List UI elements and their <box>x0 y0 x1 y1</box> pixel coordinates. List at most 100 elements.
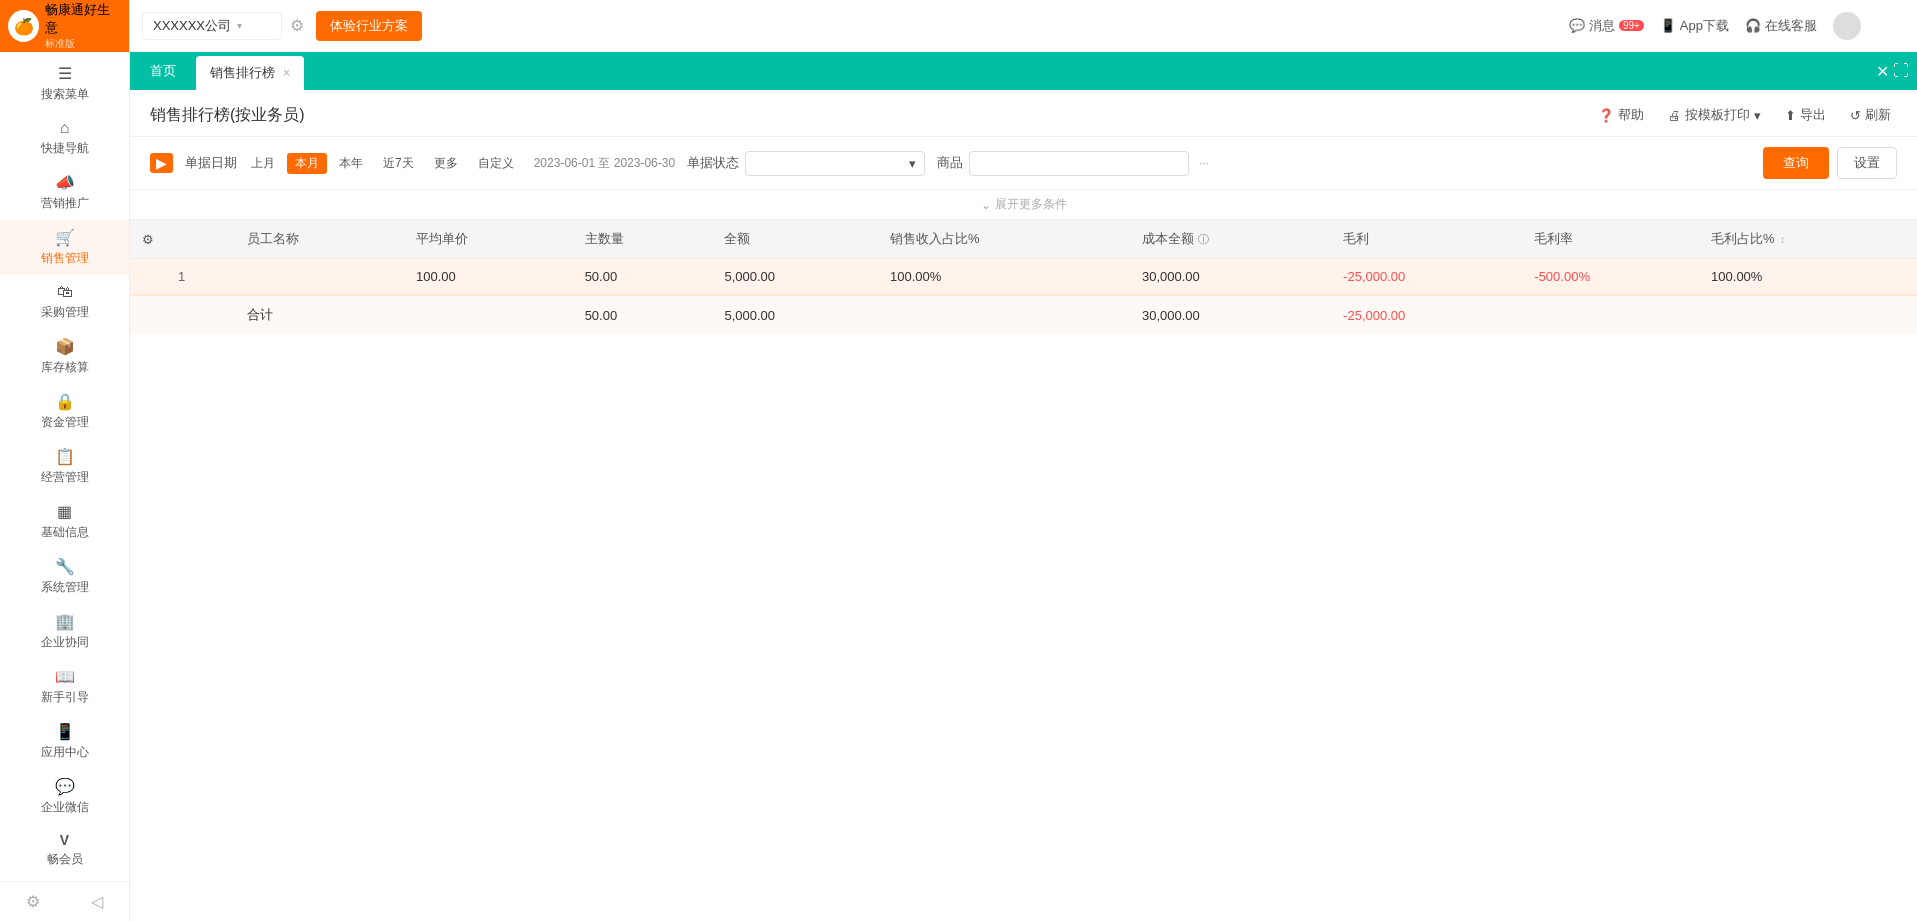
sidebar-item-basic-info[interactable]: ▦ 基础信息 <box>0 494 129 549</box>
sidebar-item-operations[interactable]: 📋 经营管理 <box>0 439 129 494</box>
print-icon: 🖨 <box>1668 108 1681 123</box>
date-tab-current-month[interactable]: 本月 <box>287 153 327 174</box>
expand-chevron-icon: ⌄ <box>981 198 991 212</box>
tabbar: 首页 销售排行榜 × ✕ ⛶ <box>130 52 1917 90</box>
tabbar-close-icon[interactable]: ✕ <box>1876 62 1889 81</box>
inventory-icon: 📦 <box>55 337 75 356</box>
goods-input[interactable] <box>969 151 1189 176</box>
column-settings-icon[interactable]: ⚙ <box>142 232 154 247</box>
member-icon: V <box>60 832 69 848</box>
sidebar-collapse-icon[interactable]: ◁ <box>91 892 103 911</box>
filter-action-btns: 查询 设置 <box>1763 147 1897 179</box>
refresh-button[interactable]: ↺ 刷新 <box>1844 102 1897 128</box>
sidebar-item-finance[interactable]: 🔒 资金管理 <box>0 384 129 439</box>
footer-gross: -25,000.00 <box>1331 295 1522 334</box>
finance-icon: 🔒 <box>55 392 75 411</box>
sidebar-item-label: 畅会员 <box>47 851 83 868</box>
row-avg-price-cell: 100.00 <box>404 259 573 296</box>
expand-conditions-row: ⌄ 展开更多条件 <box>130 190 1917 220</box>
export-button[interactable]: ⬆ 导出 <box>1779 102 1832 128</box>
footer-empty2 <box>166 295 235 334</box>
date-tab-current-year[interactable]: 本年 <box>331 153 371 174</box>
sidebar-item-member[interactable]: V 畅会员 <box>0 824 129 876</box>
status-chevron-icon: ▾ <box>909 156 916 171</box>
col-avg-price-label: 平均单价 <box>416 231 468 246</box>
sidebar-item-label: 经营管理 <box>41 469 89 486</box>
sidebar-item-search-orders[interactable]: ☰ 搜索菜单 <box>0 56 129 111</box>
filter-expand-arrow[interactable]: ▶ <box>150 153 173 173</box>
date-tab-prev-month[interactable]: 上月 <box>243 153 283 174</box>
tab-active-label: 销售排行榜 <box>210 64 275 82</box>
date-label: 单据日期 <box>185 154 237 172</box>
date-tab-custom[interactable]: 自定义 <box>470 153 522 174</box>
date-tab-more[interactable]: 更多 <box>426 153 466 174</box>
row-qty-cell: 50.00 <box>573 259 713 296</box>
page-title: 销售排行榜(按业务员) <box>150 105 305 126</box>
row-gross-cell: -25,000.00 <box>1331 259 1522 296</box>
sidebar-item-quick-nav[interactable]: ⌂ 快捷导航 <box>0 111 129 165</box>
logo-line2: 标准版 <box>45 37 121 51</box>
sales-icon: 🛒 <box>55 228 75 247</box>
tab-close-icon[interactable]: × <box>283 66 290 80</box>
export-icon: ⬆ <box>1785 108 1796 123</box>
sidebar-item-app-center[interactable]: 📱 应用中心 <box>0 714 129 769</box>
sidebar-item-label: 快捷导航 <box>41 140 89 157</box>
sidebar: 🍊 畅康通好生意 标准版 ☰ 搜索菜单 ⌂ 快捷导航 📣 营销推广 🛒 销售管理… <box>0 0 130 921</box>
footer-gross-pct <box>1699 295 1917 334</box>
footer-sales-pct <box>878 295 1130 334</box>
sidebar-item-label: 资金管理 <box>41 414 89 431</box>
help-button[interactable]: ❓ 帮助 <box>1592 102 1650 128</box>
sort-icon[interactable]: ↕ <box>1780 234 1785 245</box>
sidebar-item-sales[interactable]: 🛒 销售管理 <box>0 220 129 275</box>
more-filters-icon[interactable]: ··· <box>1199 156 1209 170</box>
settings-button[interactable]: 设置 <box>1837 147 1897 179</box>
export-label: 导出 <box>1800 106 1826 124</box>
sidebar-item-wechat[interactable]: 💬 企业微信 <box>0 769 129 824</box>
footer-avg-price <box>404 295 573 334</box>
headset-icon: 🎧 <box>1745 18 1761 33</box>
tab-home[interactable]: 首页 <box>130 52 196 90</box>
message-icon: 💬 <box>1569 18 1585 33</box>
status-select[interactable]: ▾ <box>745 151 925 176</box>
sidebar-item-enterprise[interactable]: 🏢 企业协同 <box>0 604 129 659</box>
filter-arrow-icon[interactable]: ▶ <box>150 153 173 173</box>
message-badge: 99+ <box>1619 20 1644 31</box>
sidebar-settings-icon[interactable]: ⚙ <box>26 892 40 911</box>
tab-sales-ranking[interactable]: 销售排行榜 × <box>196 56 304 90</box>
sidebar-bottom: ⚙ ◁ <box>0 881 129 921</box>
logo-icon: 🍊 <box>8 10 39 42</box>
sidebar-item-guide[interactable]: 📖 新手引导 <box>0 659 129 714</box>
col-cost: 成本全额 ⓘ <box>1130 220 1331 259</box>
user-name-area[interactable] <box>1877 12 1905 40</box>
print-dropdown-icon: ▾ <box>1754 108 1761 123</box>
message-button[interactable]: 💬 消息 99+ <box>1569 17 1644 35</box>
tabbar-expand-icon[interactable]: ⛶ <box>1893 62 1909 81</box>
sidebar-item-system[interactable]: 🔧 系统管理 <box>0 549 129 604</box>
sidebar-item-purchase[interactable]: 🛍 采购管理 <box>0 275 129 329</box>
sidebar-item-marketing[interactable]: 📣 营销推广 <box>0 165 129 220</box>
refresh-label: 刷新 <box>1865 106 1891 124</box>
expand-conditions-button[interactable]: ⌄ 展开更多条件 <box>981 196 1067 213</box>
tabbar-right: ✕ ⛶ <box>1876 62 1917 81</box>
app-download-icon: 📱 <box>1660 18 1676 33</box>
trial-button[interactable]: 体验行业方案 <box>316 11 422 41</box>
topbar-gear-icon[interactable]: ⚙ <box>290 16 304 35</box>
guide-icon: 📖 <box>55 667 75 686</box>
company-selector[interactable]: XXXXXX公司 ▾ <box>142 12 282 40</box>
sidebar-item-label: 采购管理 <box>41 304 89 321</box>
refresh-icon: ↺ <box>1850 108 1861 123</box>
date-tab-last-7-days[interactable]: 近7天 <box>375 153 422 174</box>
query-button[interactable]: 查询 <box>1763 147 1829 179</box>
col-avg-price: 平均单价 <box>404 220 573 259</box>
sidebar-item-label: 销售管理 <box>41 250 89 267</box>
table-body: 1 100.00 50.00 5,000.00 100.00% 30,000.0… <box>130 259 1917 296</box>
footer-label: 合计 <box>235 295 404 334</box>
app-download-button[interactable]: 📱 App下载 <box>1660 17 1729 35</box>
sidebar-item-inventory[interactable]: 📦 库存核算 <box>0 329 129 384</box>
user-avatar[interactable] <box>1833 12 1861 40</box>
col-gross-rate-label: 毛利率 <box>1534 231 1573 246</box>
online-service-button[interactable]: 🎧 在线客服 <box>1745 17 1817 35</box>
print-button[interactable]: 🖨 按模板打印 ▾ <box>1662 102 1767 128</box>
col-gross-rate: 毛利率 <box>1522 220 1699 259</box>
date-filter: 单据日期 上月 本月 本年 近7天 更多 自定义 2023-06-01 至 20… <box>185 153 675 174</box>
